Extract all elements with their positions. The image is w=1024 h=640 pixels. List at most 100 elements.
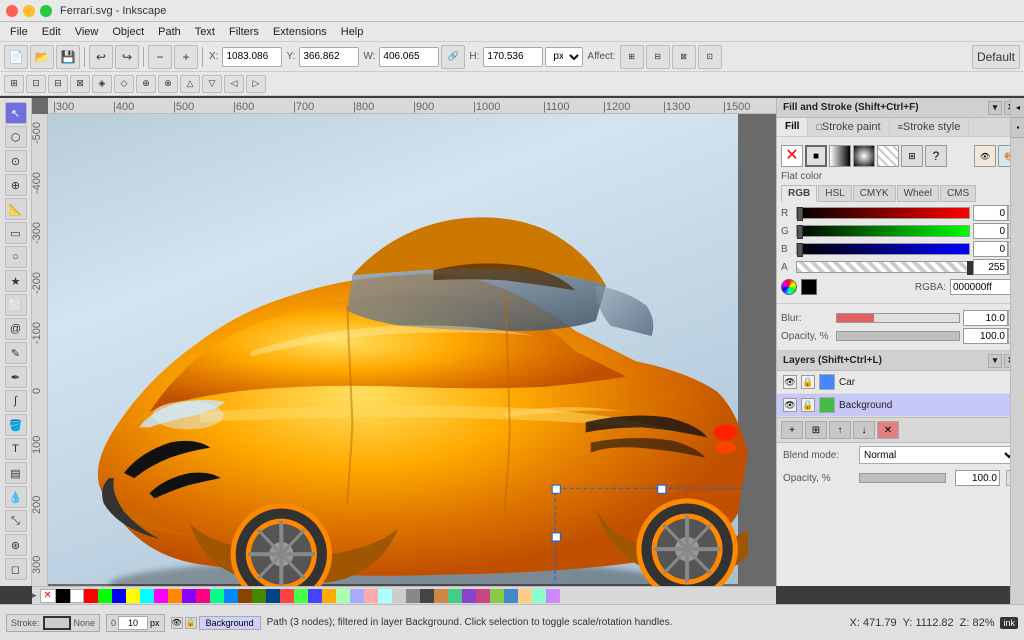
- stroke-swatch[interactable]: [43, 616, 71, 630]
- current-layer-indicator[interactable]: Background: [199, 616, 261, 630]
- menu-path[interactable]: Path: [152, 24, 187, 40]
- maximize-button[interactable]: [40, 5, 52, 17]
- palette-none[interactable]: ✕: [40, 589, 56, 603]
- pattern-button[interactable]: [877, 145, 899, 167]
- zoom-in-button[interactable]: +: [174, 45, 198, 69]
- palette-red[interactable]: [84, 589, 98, 603]
- b-track[interactable]: [796, 243, 970, 255]
- snap-btn4[interactable]: ⊠: [70, 75, 90, 93]
- snap-btn9[interactable]: △: [180, 75, 200, 93]
- ellipse-tool[interactable]: ○: [5, 246, 27, 268]
- menu-edit[interactable]: Edit: [36, 24, 67, 40]
- spiral-tool[interactable]: @: [5, 318, 27, 340]
- layer-item-background[interactable]: 👁 🔒 Background: [777, 394, 1024, 417]
- zoom-out-button[interactable]: −: [148, 45, 172, 69]
- palette-periwinkle[interactable]: [350, 589, 364, 603]
- palette-pink[interactable]: [196, 589, 210, 603]
- layer-opacity-input[interactable]: [955, 470, 1000, 486]
- a-input[interactable]: [973, 259, 1008, 275]
- palette-silver[interactable]: [392, 589, 406, 603]
- palette-lightblue[interactable]: [308, 589, 322, 603]
- undo-button[interactable]: ↩: [89, 45, 113, 69]
- layer-lock-bg[interactable]: 🔒: [801, 398, 815, 412]
- palette-white[interactable]: [70, 589, 84, 603]
- menu-object[interactable]: Object: [106, 24, 150, 40]
- palette-navy[interactable]: [266, 589, 280, 603]
- r-thumb[interactable]: [797, 207, 803, 221]
- right-strip-btn1[interactable]: ◂: [1011, 98, 1024, 118]
- visibility-toggle[interactable]: 👁: [171, 617, 183, 629]
- palette-brown[interactable]: [238, 589, 252, 603]
- palette-peach[interactable]: [518, 589, 532, 603]
- panel-settings-button[interactable]: ▾: [988, 101, 1002, 115]
- palette-yellow[interactable]: [126, 589, 140, 603]
- layer-eye-car[interactable]: 👁: [783, 375, 797, 389]
- palette-seafoam[interactable]: [448, 589, 462, 603]
- palette-chartreuse[interactable]: [490, 589, 504, 603]
- b-thumb[interactable]: [797, 243, 803, 257]
- redo-button[interactable]: ↪: [115, 45, 139, 69]
- open-button[interactable]: 📂: [30, 45, 54, 69]
- text-tool[interactable]: T: [5, 438, 27, 460]
- gradient-tool[interactable]: ▤: [5, 462, 27, 484]
- layer-move-up-button[interactable]: ↑: [829, 421, 851, 439]
- palette-cornflower[interactable]: [504, 589, 518, 603]
- layer-delete-button[interactable]: ✕: [877, 421, 899, 439]
- menu-filters[interactable]: Filters: [223, 24, 265, 40]
- palette-lightred[interactable]: [280, 589, 294, 603]
- save-button[interactable]: 💾: [56, 45, 80, 69]
- wheel-tab[interactable]: Wheel: [897, 185, 939, 202]
- eraser-tool[interactable]: ◻: [5, 558, 27, 580]
- palette-aqua[interactable]: [378, 589, 392, 603]
- layer-opacity-track[interactable]: [859, 473, 946, 483]
- menu-extensions[interactable]: Extensions: [267, 24, 333, 40]
- connector-tool[interactable]: ⤡: [5, 510, 27, 532]
- calligraphy-tool[interactable]: ∫: [5, 390, 27, 412]
- unknown-button[interactable]: ?: [925, 145, 947, 167]
- opacity-track[interactable]: [836, 331, 960, 341]
- y-input[interactable]: [299, 47, 359, 67]
- affect-btn1[interactable]: ⊞: [620, 45, 644, 69]
- palette-black[interactable]: [56, 589, 70, 603]
- no-paint-button[interactable]: ✕: [781, 145, 803, 167]
- pencil-tool[interactable]: ✎: [5, 342, 27, 364]
- tab-stroke-paint[interactable]: □Stroke paint: [808, 118, 889, 136]
- g-track[interactable]: [796, 225, 970, 237]
- lock-toggle[interactable]: 🔒: [185, 617, 197, 629]
- palette-hotpink[interactable]: [476, 589, 490, 603]
- palette-orange[interactable]: [168, 589, 182, 603]
- lock-proportion-button[interactable]: 🔗: [441, 45, 465, 69]
- h-input[interactable]: [483, 47, 543, 67]
- palette-seafoam2[interactable]: [532, 589, 546, 603]
- g-thumb[interactable]: [797, 225, 803, 239]
- radial-gradient-button[interactable]: [853, 145, 875, 167]
- minimize-button[interactable]: [23, 5, 35, 17]
- layer-eye-bg[interactable]: 👁: [783, 398, 797, 412]
- palette-purple[interactable]: [182, 589, 196, 603]
- layer-lock-car[interactable]: 🔒: [801, 375, 815, 389]
- palette-lightgreen[interactable]: [294, 589, 308, 603]
- tab-fill[interactable]: Fill: [777, 118, 808, 136]
- linear-gradient-button[interactable]: [829, 145, 851, 167]
- palette-gray[interactable]: [406, 589, 420, 603]
- affect-btn2[interactable]: ⊟: [646, 45, 670, 69]
- w-input[interactable]: [379, 47, 439, 67]
- palette-darkgray[interactable]: [420, 589, 434, 603]
- zoom-input[interactable]: [118, 616, 148, 630]
- layer-move-down-button[interactable]: ↓: [853, 421, 875, 439]
- palette-salmon[interactable]: [364, 589, 378, 603]
- palette-tan[interactable]: [434, 589, 448, 603]
- palette-green[interactable]: [98, 589, 112, 603]
- snap-btn3[interactable]: ⊟: [48, 75, 68, 93]
- palette-cyan[interactable]: [140, 589, 154, 603]
- snap-btn8[interactable]: ⊗: [158, 75, 178, 93]
- menu-view[interactable]: View: [69, 24, 105, 40]
- palette-mint[interactable]: [336, 589, 350, 603]
- snap-btn6[interactable]: ◇: [114, 75, 134, 93]
- palette-amber[interactable]: [322, 589, 336, 603]
- r-input[interactable]: [973, 205, 1008, 221]
- affect-btn4[interactable]: ⊡: [698, 45, 722, 69]
- menu-file[interactable]: File: [4, 24, 34, 40]
- snap-btn2[interactable]: ⊡: [26, 75, 46, 93]
- menu-text[interactable]: Text: [189, 24, 221, 40]
